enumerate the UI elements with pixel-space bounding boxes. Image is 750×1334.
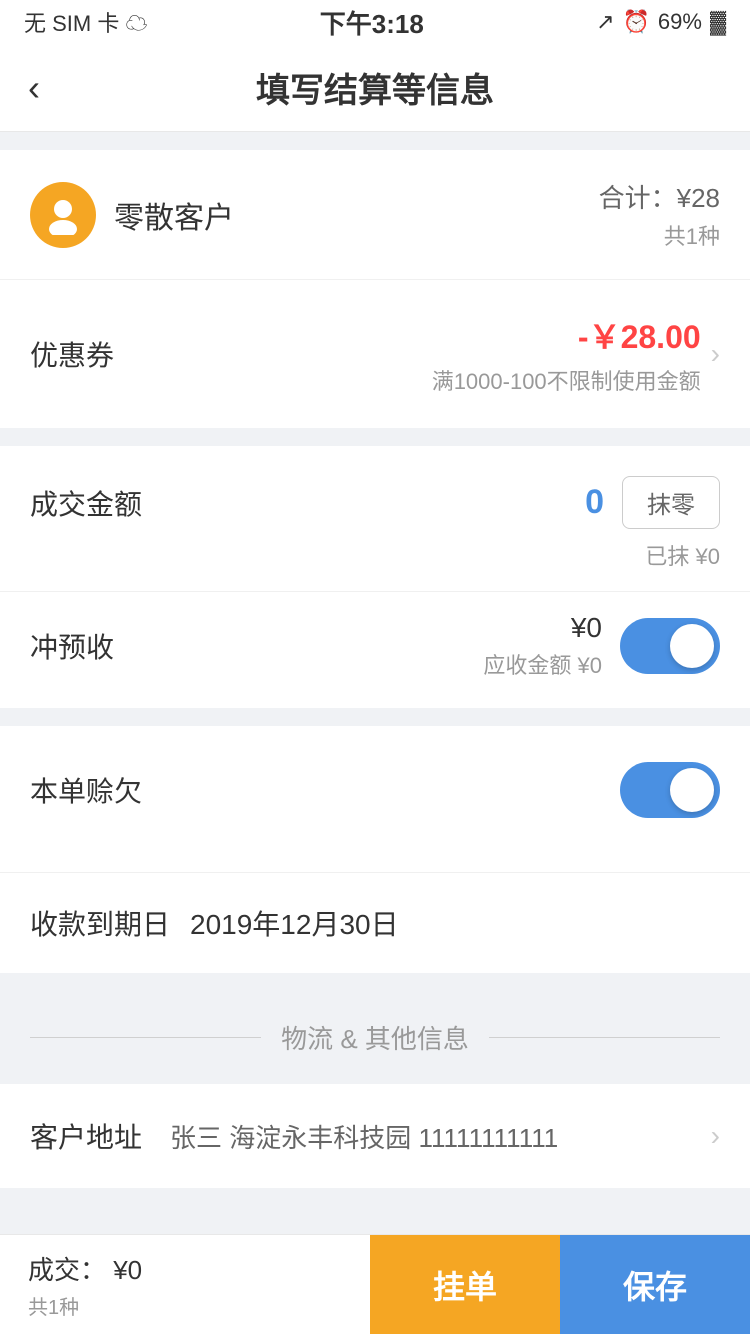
customer-total: 合计：¥28 — [599, 178, 720, 215]
prepay-receivable: 应收金额 ¥0 — [483, 648, 602, 680]
bottom-bar: 成交： ¥0 共1种 挂单 保存 — [0, 1234, 750, 1334]
round-zero-button[interactable]: 抹零 — [622, 476, 720, 529]
prepay-toggle[interactable] — [620, 618, 720, 674]
deal-amount-label: 成交金额 — [30, 483, 142, 523]
deal-amount-right: 0 抹零 — [585, 476, 720, 529]
prepay-amount: ¥0 — [483, 612, 602, 644]
due-date-label: 收款到期日 — [30, 903, 170, 943]
due-date-value: 2019年12月30日 — [190, 903, 399, 943]
deal-amount-row: 成交金额 0 抹零 — [0, 446, 750, 539]
deal-amount-sub: 已抹 ¥0 — [0, 539, 750, 591]
back-button[interactable]: ‹ — [28, 67, 40, 109]
status-bar: 无 SIM 卡 ☁ 下午3:18 ↗ ⏰ 69% ▓ — [0, 0, 750, 44]
logistics-header: 物流 & 其他信息 — [0, 991, 750, 1084]
deal-amount-section: 成交金额 0 抹零 已抹 ¥0 冲预收 ¥0 应收金额 ¥0 — [0, 446, 750, 708]
status-right: ↗ ⏰ 69% ▓ — [596, 9, 726, 35]
coupon-discount: -￥28.00 — [432, 312, 701, 358]
save-button[interactable]: 保存 — [560, 1235, 750, 1334]
logistics-line-right — [489, 1037, 720, 1038]
debt-toggle-knob — [670, 768, 714, 812]
prepay-label: 冲预收 — [30, 626, 114, 666]
customer-left: 零散客户 — [30, 182, 234, 248]
alarm-icon: ⏰ — [623, 9, 650, 35]
divider — [0, 973, 750, 991]
prepay-row: 冲预收 ¥0 应收金额 ¥0 — [0, 591, 750, 708]
customer-avatar — [30, 182, 96, 248]
logistics-line-left — [30, 1037, 261, 1038]
coupon-right: -￥28.00 满1000-100不限制使用金额 › — [432, 312, 720, 396]
bottom-summary: 成交： ¥0 共1种 — [0, 1235, 370, 1334]
customer-section: 零散客户 合计：¥28 共1种 优惠券 -￥28.00 满1000-100不限制… — [0, 150, 750, 428]
location-icon: ↗ — [596, 9, 614, 35]
nav-bar: ‹ 填写结算等信息 — [0, 44, 750, 132]
debt-label: 本单赊欠 — [30, 770, 142, 810]
address-chevron-icon: › — [711, 1120, 720, 1152]
address-label: 客户地址 — [30, 1116, 150, 1156]
logistics-section: 物流 & 其他信息 — [0, 991, 750, 1084]
address-row[interactable]: 客户地址 张三 海淀永丰科技园 11111111111 › — [0, 1084, 750, 1188]
due-date-row: 收款到期日 2019年12月30日 — [0, 872, 750, 973]
address-value: 张三 海淀永丰科技园 11111111111 — [170, 1118, 711, 1155]
coupon-label: 优惠券 — [30, 334, 114, 374]
status-time: 下午3:18 — [320, 4, 424, 41]
deal-amount-value[interactable]: 0 — [585, 483, 604, 522]
coupon-description: 满1000-100不限制使用金额 — [432, 364, 701, 396]
page-title: 填写结算等信息 — [256, 63, 494, 112]
address-section: 客户地址 张三 海淀永丰科技园 11111111111 › — [0, 1084, 750, 1188]
prepay-info: ¥0 应收金额 ¥0 — [483, 612, 602, 680]
coupon-info: -￥28.00 满1000-100不限制使用金额 — [432, 312, 701, 396]
battery-icon: ▓ — [710, 9, 726, 35]
logistics-label: 物流 & 其他信息 — [281, 1019, 469, 1056]
chevron-right-icon: › — [711, 338, 720, 370]
customer-row: 零散客户 合计：¥28 共1种 — [0, 150, 750, 279]
customer-count: 共1种 — [599, 219, 720, 251]
debt-row: 本单赊欠 — [0, 726, 750, 854]
battery-text: 69% — [658, 9, 702, 35]
status-left: 无 SIM 卡 ☁ — [24, 6, 147, 38]
customer-name: 零散客户 — [114, 193, 234, 237]
bottom-deal-label: 成交： ¥0 — [28, 1250, 342, 1287]
debt-toggle[interactable] — [620, 762, 720, 818]
person-icon — [43, 195, 83, 235]
bottom-count-label: 共1种 — [28, 1291, 342, 1320]
debt-section: 本单赊欠 收款到期日 2019年12月30日 — [0, 726, 750, 973]
coupon-row[interactable]: 优惠券 -￥28.00 满1000-100不限制使用金额 › — [0, 279, 750, 428]
customer-right: 合计：¥28 共1种 — [599, 178, 720, 251]
prepay-right: ¥0 应收金额 ¥0 — [483, 612, 720, 680]
hang-button[interactable]: 挂单 — [370, 1235, 560, 1334]
sim-status: 无 SIM 卡 ☁ — [24, 6, 147, 38]
toggle-knob — [670, 624, 714, 668]
main-content: 零散客户 合计：¥28 共1种 优惠券 -￥28.00 满1000-100不限制… — [0, 150, 750, 1306]
